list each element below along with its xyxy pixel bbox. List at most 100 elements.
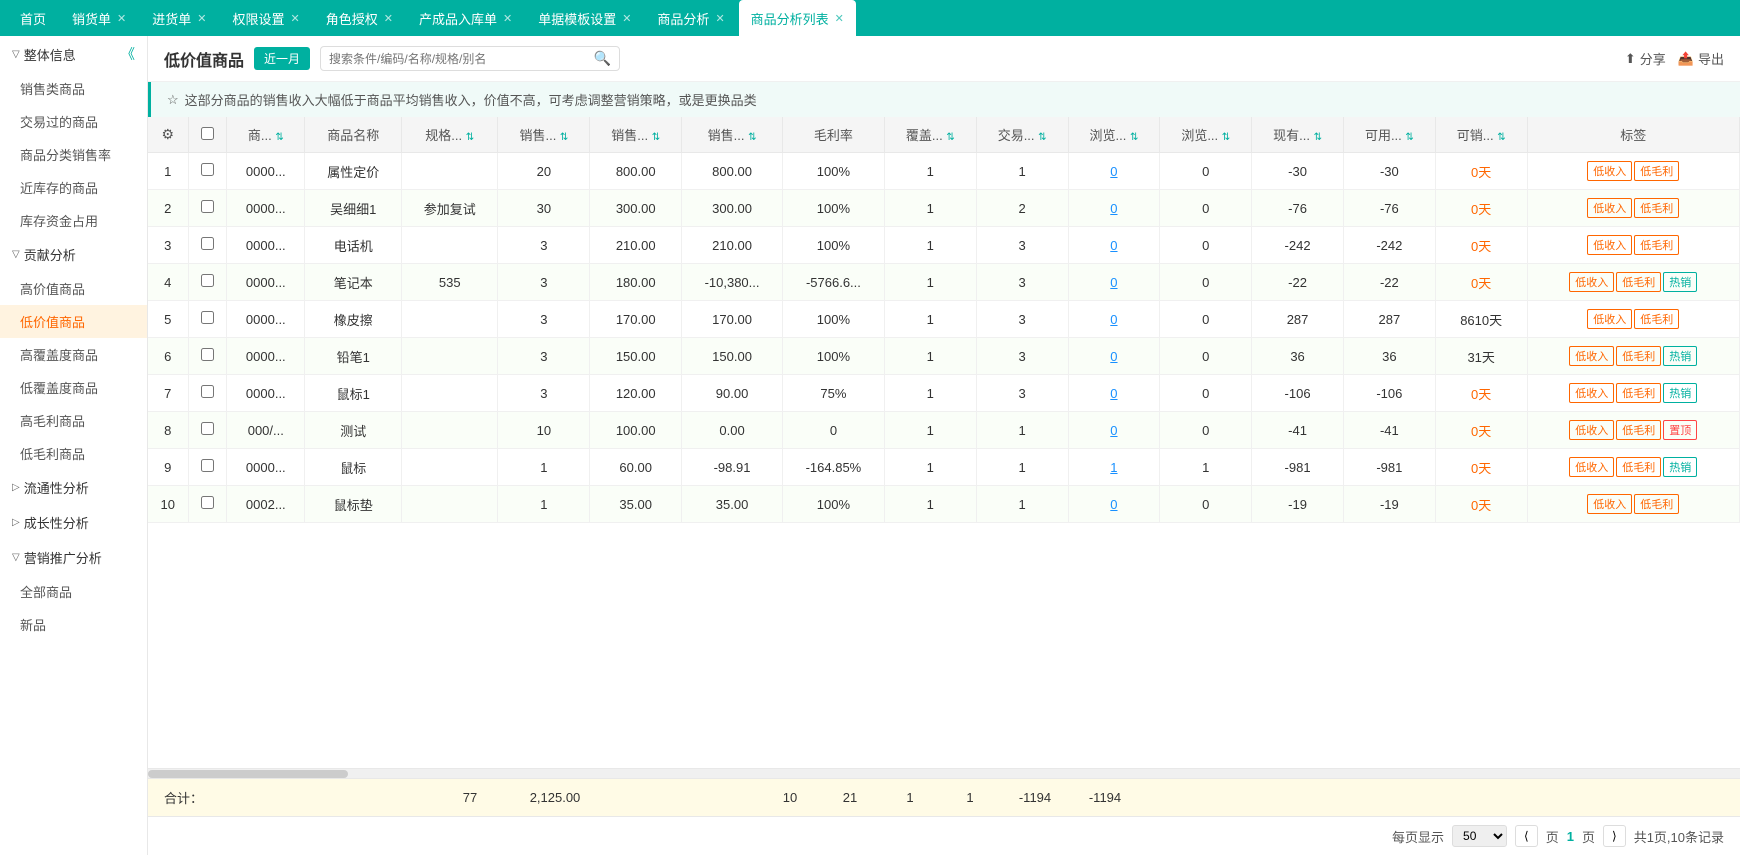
sidebar-item-new-products[interactable]: 新品 bbox=[0, 608, 147, 641]
export-btn[interactable]: 📤 导出 bbox=[1678, 49, 1724, 68]
browse1-link-6[interactable]: 0 bbox=[1110, 386, 1117, 401]
cell-browse1-2[interactable]: 0 bbox=[1068, 227, 1160, 264]
cell-checkbox-4[interactable] bbox=[188, 301, 227, 338]
sidebar-item-low-stock[interactable]: 近库存的商品 bbox=[0, 171, 147, 204]
browse1-link-7[interactable]: 0 bbox=[1110, 423, 1117, 438]
nav-close-role[interactable]: ✕ bbox=[384, 12, 393, 25]
nav-close-product-analysis-list[interactable]: ✕ bbox=[835, 12, 844, 25]
col-header-trade[interactable]: 交易... ⇅ bbox=[976, 117, 1068, 153]
browse1-link-0[interactable]: 0 bbox=[1110, 164, 1117, 179]
row-checkbox-2[interactable] bbox=[201, 237, 214, 250]
nav-item-sales[interactable]: 销货单✕ bbox=[60, 0, 138, 36]
cell-checkbox-9[interactable] bbox=[188, 486, 227, 523]
col-header-current-stock[interactable]: 现有... ⇅ bbox=[1252, 117, 1344, 153]
nav-item-home[interactable]: 首页 bbox=[8, 0, 58, 36]
sidebar-item-category-sales-rate[interactable]: 商品分类销售率 bbox=[0, 138, 147, 171]
sidebar-group-circulation[interactable]: ▷流通性分析 bbox=[0, 470, 147, 505]
select-all-checkbox[interactable] bbox=[201, 127, 214, 140]
cell-checkbox-8[interactable] bbox=[188, 449, 227, 486]
sidebar-group-contribution[interactable]: ▽贡献分析 bbox=[0, 237, 147, 272]
nav-item-purchase[interactable]: 进货单✕ bbox=[140, 0, 218, 36]
cell-browse1-6[interactable]: 0 bbox=[1068, 375, 1160, 412]
nav-item-product-in[interactable]: 产成品入库单✕ bbox=[407, 0, 524, 36]
share-btn[interactable]: ⬆ 分享 bbox=[1625, 49, 1666, 68]
col-header-sales-amount[interactable]: 销售... ⇅ bbox=[590, 117, 682, 153]
next-page-btn[interactable]: ⟩ bbox=[1603, 825, 1626, 847]
browse1-link-4[interactable]: 0 bbox=[1110, 312, 1117, 327]
row-checkbox-8[interactable] bbox=[201, 459, 214, 472]
cell-browse1-7[interactable]: 0 bbox=[1068, 412, 1160, 449]
col-header-spec[interactable]: 规格... ⇅ bbox=[401, 117, 498, 153]
nav-close-product-in[interactable]: ✕ bbox=[503, 12, 512, 25]
cell-browse1-4[interactable]: 0 bbox=[1068, 301, 1160, 338]
nav-item-product-analysis[interactable]: 商品分析✕ bbox=[645, 0, 736, 36]
sidebar-item-high-coverage[interactable]: 高覆盖度商品 bbox=[0, 338, 147, 371]
cell-browse1-8[interactable]: 1 bbox=[1068, 449, 1160, 486]
first-page-btn[interactable]: ⟨ bbox=[1515, 825, 1538, 847]
cell-browse1-3[interactable]: 0 bbox=[1068, 264, 1160, 301]
sidebar-item-all-products[interactable]: 全部商品 bbox=[0, 575, 147, 608]
row-checkbox-0[interactable] bbox=[201, 163, 214, 176]
nav-item-role[interactable]: 角色授权✕ bbox=[314, 0, 405, 36]
nav-item-template[interactable]: 单据模板设置✕ bbox=[526, 0, 643, 36]
nav-close-template[interactable]: ✕ bbox=[622, 12, 631, 25]
cell-checkbox-3[interactable] bbox=[188, 264, 227, 301]
nav-close-product-analysis[interactable]: ✕ bbox=[715, 12, 724, 25]
col-header-sales-cost[interactable]: 销售... ⇅ bbox=[682, 117, 783, 153]
cell-checkbox-6[interactable] bbox=[188, 375, 227, 412]
cell-checkbox-7[interactable] bbox=[188, 412, 227, 449]
sidebar-item-high-value[interactable]: 高价值商品 bbox=[0, 272, 147, 305]
browse1-link-1[interactable]: 0 bbox=[1110, 201, 1117, 216]
col-header-browse2[interactable]: 浏览... ⇅ bbox=[1160, 117, 1252, 153]
row-checkbox-4[interactable] bbox=[201, 311, 214, 324]
cell-checkbox-0[interactable] bbox=[188, 153, 227, 190]
search-icon[interactable]: 🔍 bbox=[594, 50, 611, 67]
sidebar-item-low-margin[interactable]: 低毛利商品 bbox=[0, 437, 147, 470]
nav-close-permission[interactable]: ✕ bbox=[291, 12, 300, 25]
nav-close-sales[interactable]: ✕ bbox=[117, 12, 126, 25]
sidebar-item-low-coverage[interactable]: 低覆盖度商品 bbox=[0, 371, 147, 404]
row-checkbox-7[interactable] bbox=[201, 422, 214, 435]
sidebar-group-marketing[interactable]: ▽营销推广分析 bbox=[0, 540, 147, 575]
row-checkbox-1[interactable] bbox=[201, 200, 214, 213]
nav-close-purchase[interactable]: ✕ bbox=[197, 12, 206, 25]
row-checkbox-5[interactable] bbox=[201, 348, 214, 361]
browse1-link-9[interactable]: 0 bbox=[1110, 497, 1117, 512]
nav-item-product-analysis-list[interactable]: 商品分析列表✕ bbox=[739, 0, 856, 36]
sidebar-item-sales-products[interactable]: 销售类商品 bbox=[0, 72, 147, 105]
sidebar-group-growth[interactable]: ▷成长性分析 bbox=[0, 505, 147, 540]
row-checkbox-6[interactable] bbox=[201, 385, 214, 398]
col-header-sales-qty[interactable]: 销售... ⇅ bbox=[498, 117, 590, 153]
row-checkbox-9[interactable] bbox=[201, 496, 214, 509]
col-header-available[interactable]: 可用... ⇅ bbox=[1343, 117, 1435, 153]
col-header-saleable[interactable]: 可销... ⇅ bbox=[1435, 117, 1527, 153]
col-header-browse1[interactable]: 浏览... ⇅ bbox=[1068, 117, 1160, 153]
date-filter-btn[interactable]: 近一月 bbox=[254, 47, 310, 70]
col-header-coverage[interactable]: 覆盖... ⇅ bbox=[884, 117, 976, 153]
sidebar-item-stock-fund[interactable]: 库存资金占用 bbox=[0, 204, 147, 237]
cell-checkbox-2[interactable] bbox=[188, 227, 227, 264]
collapse-btn-overall[interactable]: 《 bbox=[121, 44, 135, 64]
nav-item-permission[interactable]: 权限设置✕ bbox=[220, 0, 311, 36]
sidebar-item-low-value[interactable]: 低价值商品 bbox=[0, 305, 147, 338]
cell-browse1-5[interactable]: 0 bbox=[1068, 338, 1160, 375]
sidebar-group-overall[interactable]: ▽整体信息《 bbox=[0, 36, 147, 72]
cell-checkbox-5[interactable] bbox=[188, 338, 227, 375]
sidebar-item-traded-products[interactable]: 交易过的商品 bbox=[0, 105, 147, 138]
cell-browse1-1[interactable]: 0 bbox=[1068, 190, 1160, 227]
cell-browse1-9[interactable]: 0 bbox=[1068, 486, 1160, 523]
scroll-bar[interactable] bbox=[148, 768, 1740, 778]
browse1-link-5[interactable]: 0 bbox=[1110, 349, 1117, 364]
scroll-bar-thumb[interactable] bbox=[148, 770, 348, 778]
cell-browse1-0[interactable]: 0 bbox=[1068, 153, 1160, 190]
browse1-link-2[interactable]: 0 bbox=[1110, 238, 1117, 253]
browse1-link-3[interactable]: 0 bbox=[1110, 275, 1117, 290]
gear-icon[interactable]: ⚙ bbox=[161, 126, 174, 142]
sidebar-item-high-margin[interactable]: 高毛利商品 bbox=[0, 404, 147, 437]
page-size-select[interactable]: 50 100 bbox=[1452, 825, 1507, 847]
cell-checkbox-1[interactable] bbox=[188, 190, 227, 227]
browse1-link-8[interactable]: 1 bbox=[1110, 460, 1117, 475]
row-checkbox-3[interactable] bbox=[201, 274, 214, 287]
col-header-code[interactable]: 商... ⇅ bbox=[227, 117, 305, 153]
search-input[interactable] bbox=[329, 52, 588, 66]
